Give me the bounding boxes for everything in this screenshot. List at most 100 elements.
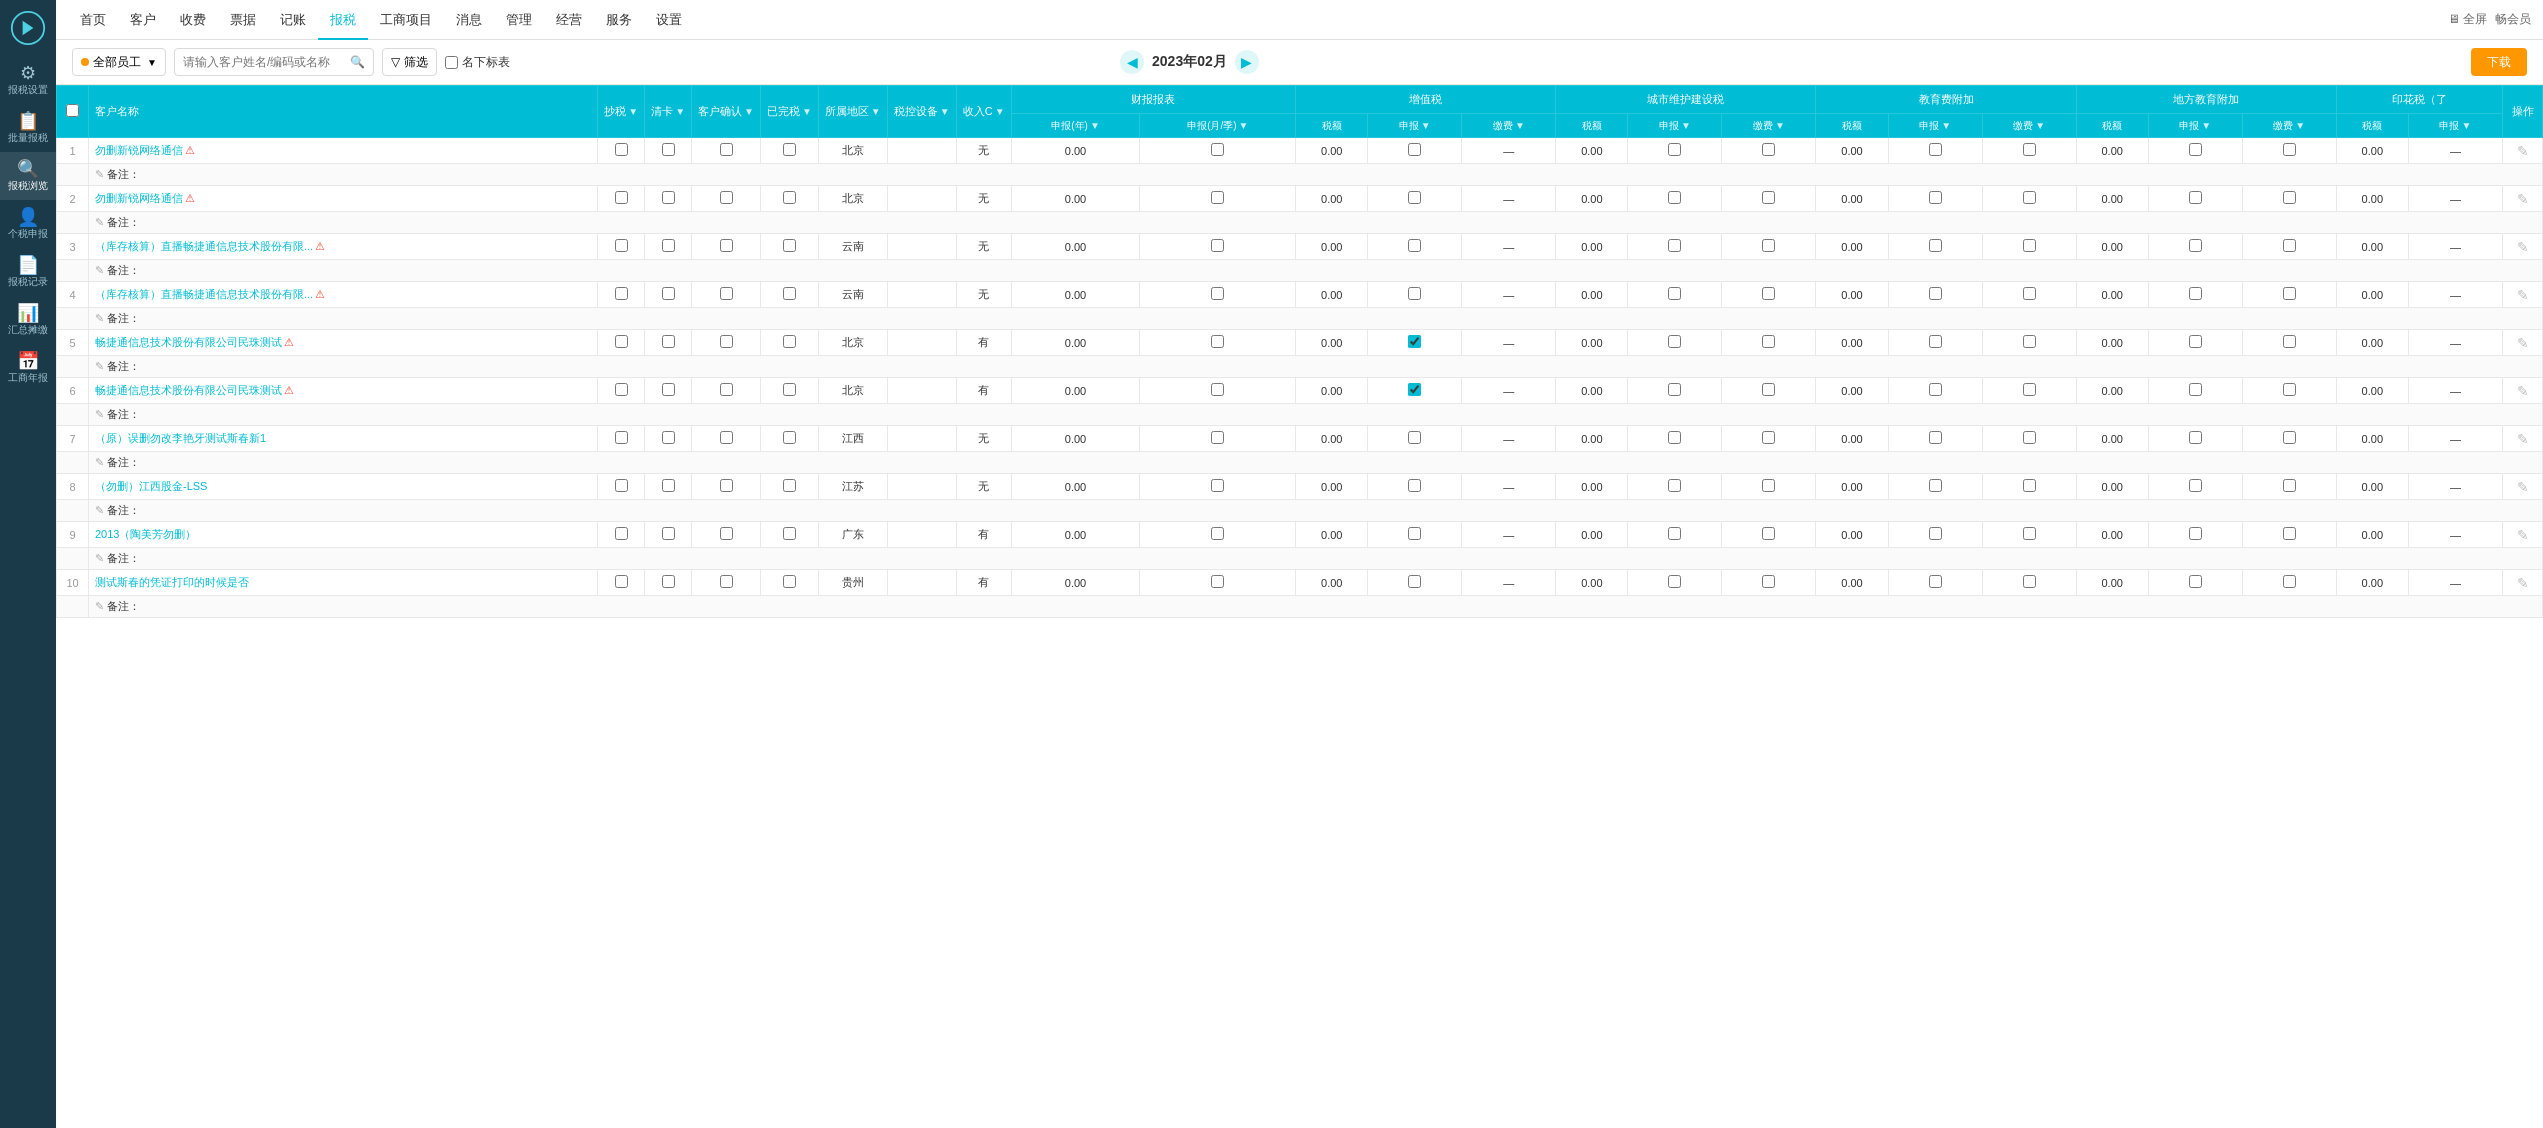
- dfjyf-shenb-checkbox[interactable]: [2189, 479, 2202, 492]
- sidebar-item-baoshuishezhi[interactable]: ⚙ 报税设置: [0, 56, 56, 104]
- chaoshui-checkbox[interactable]: [615, 335, 628, 348]
- customer-name[interactable]: 畅捷通信息技术股份有限公司民珠测试: [95, 384, 282, 396]
- qingka-checkbox[interactable]: [662, 143, 675, 156]
- edit-icon[interactable]: ✎: [2517, 575, 2529, 591]
- csj-jiaof-checkbox[interactable]: [1762, 239, 1775, 252]
- caibao-year-checkbox[interactable]: [1211, 239, 1224, 252]
- caibao-year-checkbox[interactable]: [1211, 191, 1224, 204]
- wanshui-checkbox[interactable]: [783, 527, 796, 540]
- nav-jingying[interactable]: 经营: [544, 0, 594, 40]
- member-btn[interactable]: 畅会员: [2495, 11, 2531, 28]
- csj-jiaof-checkbox[interactable]: [1762, 287, 1775, 300]
- chaoshui-checkbox[interactable]: [615, 143, 628, 156]
- customer-name-cell[interactable]: （库存核算）直播畅捷通信息技术股份有限...⚠: [89, 282, 598, 308]
- jyf-shenb-checkbox[interactable]: [1929, 527, 1942, 540]
- customer-name-cell[interactable]: （勿删）江西股金-LSS: [89, 474, 598, 500]
- csj-shenb-checkbox[interactable]: [1668, 191, 1681, 204]
- jyf-shenb-checkbox[interactable]: [1929, 479, 1942, 492]
- csj-jiaof-checkbox[interactable]: [1762, 527, 1775, 540]
- zzs-shenb-checkbox[interactable]: [1408, 239, 1421, 252]
- caibao-year-checkbox[interactable]: [1211, 383, 1224, 396]
- qingka-checkbox[interactable]: [662, 527, 675, 540]
- dfjyf-shenb-checkbox[interactable]: [2189, 383, 2202, 396]
- zzs-shenb-checkbox[interactable]: [1408, 143, 1421, 156]
- dfjyf-jiaof-checkbox[interactable]: [2283, 383, 2296, 396]
- caibao-year-checkbox[interactable]: [1211, 527, 1224, 540]
- wanshui-checkbox[interactable]: [783, 335, 796, 348]
- jyf-jiaof-checkbox[interactable]: [2023, 335, 2036, 348]
- customer-name[interactable]: （原）误删勿改李艳牙测试斯春新1: [95, 432, 266, 444]
- jyf-jiaof-checkbox[interactable]: [2023, 383, 2036, 396]
- caibao-year-checkbox[interactable]: [1211, 431, 1224, 444]
- customer-name[interactable]: （库存核算）直播畅捷通信息技术股份有限...: [95, 288, 313, 300]
- table-container[interactable]: 客户名称 抄税▼ 清卡▼ 客户确认▼ 已完税▼ 所属地区▼ 税控设备▼ 收入C▼…: [56, 85, 2543, 1128]
- employee-filter-select[interactable]: 全部员工 ▼: [72, 48, 166, 76]
- edit-icon[interactable]: ✎: [2517, 287, 2529, 303]
- sidebar-item-baoshuiliulan[interactable]: 🔍 报税浏览: [0, 152, 56, 200]
- jyf-jiaof-checkbox[interactable]: [2023, 143, 2036, 156]
- caibao-year-checkbox[interactable]: [1211, 479, 1224, 492]
- csj-shenb-checkbox[interactable]: [1668, 527, 1681, 540]
- wanshui-checkbox[interactable]: [783, 575, 796, 588]
- select-all-checkbox[interactable]: [66, 104, 79, 117]
- dfjyf-jiaof-checkbox[interactable]: [2283, 575, 2296, 588]
- queren-checkbox[interactable]: [720, 335, 733, 348]
- search-input[interactable]: [183, 55, 346, 69]
- zzs-shenb-checkbox[interactable]: [1408, 383, 1421, 396]
- queren-checkbox[interactable]: [720, 431, 733, 444]
- dfjyf-shenb-checkbox[interactable]: [2189, 287, 2202, 300]
- jyf-jiaof-checkbox[interactable]: [2023, 287, 2036, 300]
- customer-name-cell[interactable]: 测试斯春的凭证打印的时候是否: [89, 570, 598, 596]
- csj-shenb-checkbox[interactable]: [1668, 431, 1681, 444]
- customer-name[interactable]: （勿删）江西股金-LSS: [95, 480, 207, 492]
- csj-shenb-checkbox[interactable]: [1668, 287, 1681, 300]
- wanshui-checkbox[interactable]: [783, 431, 796, 444]
- qingka-checkbox[interactable]: [662, 431, 675, 444]
- caibao-year-checkbox[interactable]: [1211, 143, 1224, 156]
- jyf-jiaof-checkbox[interactable]: [2023, 431, 2036, 444]
- zzs-shenb-checkbox[interactable]: [1408, 575, 1421, 588]
- qingka-checkbox[interactable]: [662, 287, 675, 300]
- edit-icon[interactable]: ✎: [2517, 191, 2529, 207]
- filter-button[interactable]: ▽ 筛选: [382, 48, 437, 76]
- qingka-checkbox[interactable]: [662, 191, 675, 204]
- customer-name-cell[interactable]: 勿删新锐网络通信⚠: [89, 138, 598, 164]
- wanshui-checkbox[interactable]: [783, 383, 796, 396]
- csj-jiaof-checkbox[interactable]: [1762, 383, 1775, 396]
- qingka-checkbox[interactable]: [662, 479, 675, 492]
- wanshui-checkbox[interactable]: [783, 191, 796, 204]
- queren-checkbox[interactable]: [720, 287, 733, 300]
- queren-checkbox[interactable]: [720, 575, 733, 588]
- customer-name-cell[interactable]: 2013（陶美芳勿删）: [89, 522, 598, 548]
- jyf-jiaof-checkbox[interactable]: [2023, 191, 2036, 204]
- edit-icon[interactable]: ✎: [2517, 479, 2529, 495]
- queren-checkbox[interactable]: [720, 383, 733, 396]
- wanshui-checkbox[interactable]: [783, 143, 796, 156]
- next-month-btn[interactable]: ▶: [1235, 50, 1259, 74]
- nav-xiaoxi[interactable]: 消息: [444, 0, 494, 40]
- sidebar-item-geshuishenb[interactable]: 👤 个税申报: [0, 200, 56, 248]
- customer-name-cell[interactable]: （原）误删勿改李艳牙测试斯春新1: [89, 426, 598, 452]
- dfjyf-shenb-checkbox[interactable]: [2189, 575, 2202, 588]
- wanshui-checkbox[interactable]: [783, 479, 796, 492]
- queren-checkbox[interactable]: [720, 191, 733, 204]
- prev-month-btn[interactable]: ◀: [1120, 50, 1144, 74]
- dfjyf-jiaof-checkbox[interactable]: [2283, 527, 2296, 540]
- jyf-shenb-checkbox[interactable]: [1929, 383, 1942, 396]
- zzs-shenb-checkbox[interactable]: [1408, 191, 1421, 204]
- edit-icon[interactable]: ✎: [2517, 431, 2529, 447]
- sidebar-item-huitongmianshu[interactable]: 📊 汇总摊缴: [0, 296, 56, 344]
- nav-piaoju[interactable]: 票据: [218, 0, 268, 40]
- mingxia-biaodan-label[interactable]: 名下标表: [445, 54, 510, 71]
- dfjyf-jiaof-checkbox[interactable]: [2283, 143, 2296, 156]
- customer-name[interactable]: 测试斯春的凭证打印的时候是否: [95, 576, 249, 588]
- edit-icon[interactable]: ✎: [2517, 383, 2529, 399]
- dfjyf-shenb-checkbox[interactable]: [2189, 191, 2202, 204]
- wanshui-checkbox[interactable]: [783, 287, 796, 300]
- chaoshui-checkbox[interactable]: [615, 527, 628, 540]
- customer-name[interactable]: 勿删新锐网络通信: [95, 192, 183, 204]
- dfjyf-jiaof-checkbox[interactable]: [2283, 431, 2296, 444]
- nav-guanli[interactable]: 管理: [494, 0, 544, 40]
- dfjyf-jiaof-checkbox[interactable]: [2283, 479, 2296, 492]
- edit-icon[interactable]: ✎: [2517, 239, 2529, 255]
